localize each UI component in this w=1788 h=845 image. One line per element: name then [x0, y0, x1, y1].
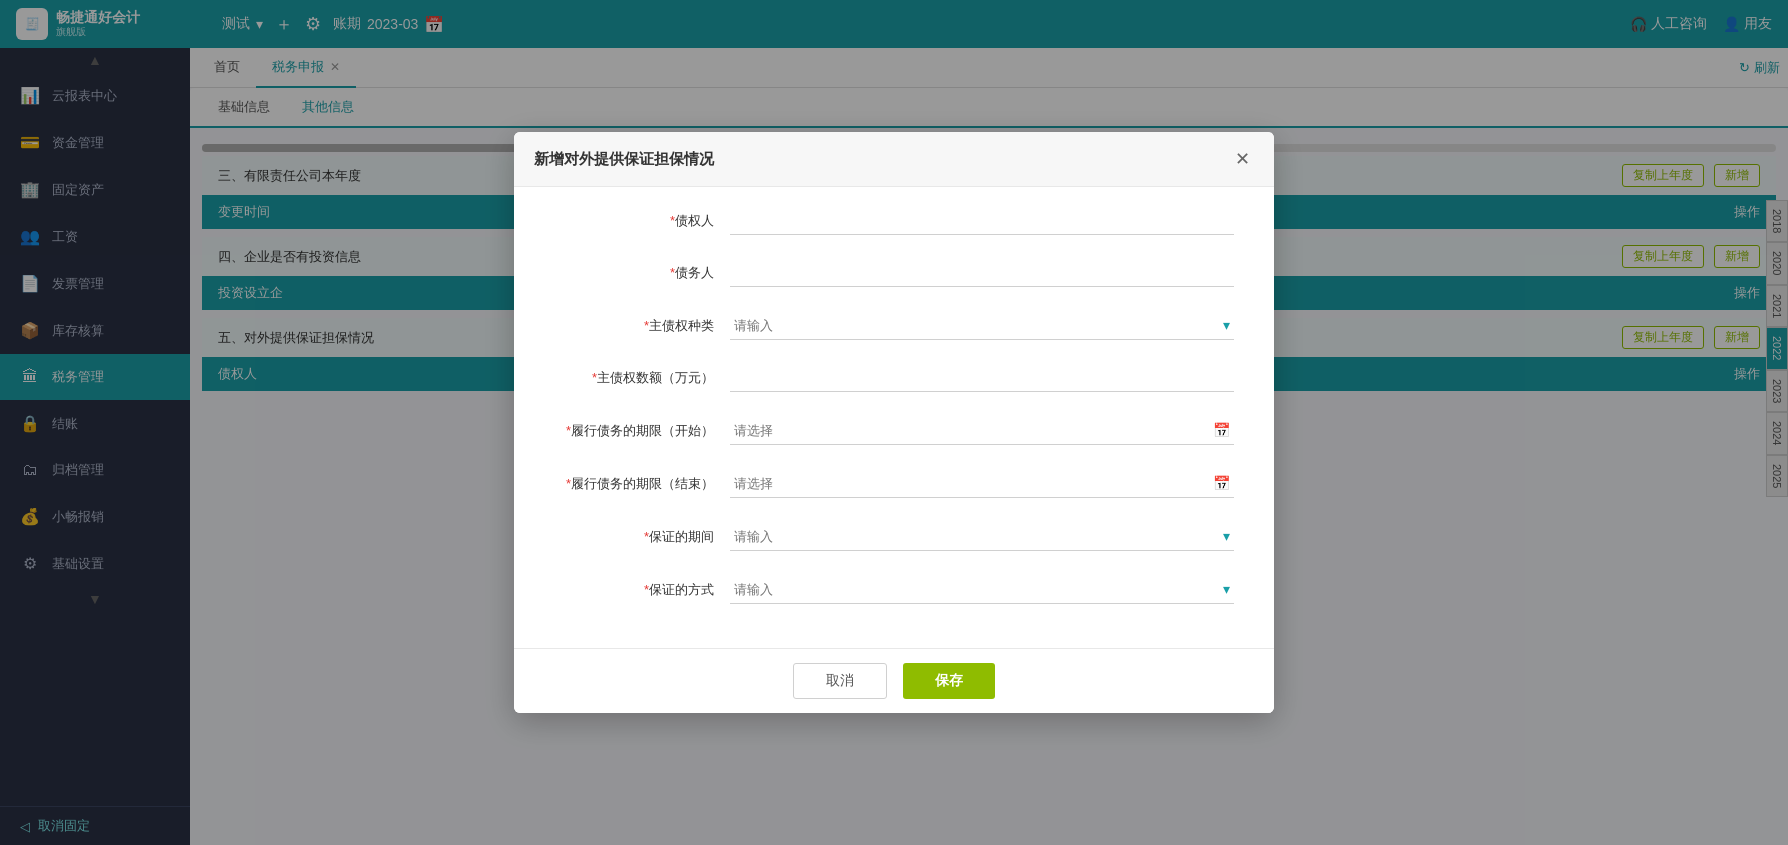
guarantee-period-label: *保证的期间 — [554, 528, 714, 546]
modal-title: 新增对外提供保证担保情况 — [534, 150, 714, 169]
cancel-button[interactable]: 取消 — [793, 663, 887, 699]
guarantee-period-input[interactable] — [734, 529, 1223, 544]
save-button[interactable]: 保存 — [903, 663, 995, 699]
guarantee-period-label-text: 保证的期间 — [649, 529, 714, 544]
form-row-creditor: *债权人 — [554, 207, 1234, 235]
claim-amount-input[interactable] — [730, 364, 1234, 392]
debtor-input[interactable] — [730, 259, 1234, 287]
form-row-claim-type: *主债权种类 ▾ — [554, 311, 1234, 340]
modal-close-button[interactable]: ✕ — [1231, 148, 1254, 170]
modal-footer: 取消 保存 — [514, 648, 1274, 713]
period-start-calendar-icon: 📅 — [1213, 422, 1230, 438]
claim-amount-label: *主债权数额（万元） — [554, 369, 714, 387]
period-start-label: *履行债务的期限（开始） — [554, 422, 714, 440]
guarantee-method-label: *保证的方式 — [554, 581, 714, 599]
claim-type-label-text: 主债权种类 — [649, 318, 714, 333]
guarantee-method-select-row[interactable]: ▾ — [730, 575, 1234, 604]
guarantee-method-label-text: 保证的方式 — [649, 582, 714, 597]
period-start-label-text: 履行债务的期限（开始） — [571, 423, 714, 438]
period-end-calendar-icon: 📅 — [1213, 475, 1230, 491]
debtor-label: *债务人 — [554, 264, 714, 282]
guarantee-method-arrow-icon: ▾ — [1223, 581, 1230, 597]
form-row-period-start: *履行债务的期限（开始） 📅 — [554, 416, 1234, 445]
period-end-label-text: 履行债务的期限（结束） — [571, 476, 714, 491]
guarantee-method-input[interactable] — [734, 582, 1223, 597]
claim-type-select-row[interactable]: ▾ — [730, 311, 1234, 340]
period-start-input[interactable] — [734, 423, 1213, 438]
claim-type-label: *主债权种类 — [554, 317, 714, 335]
period-start-date-row[interactable]: 📅 — [730, 416, 1234, 445]
guarantee-period-arrow-icon: ▾ — [1223, 528, 1230, 544]
form-row-period-end: *履行债务的期限（结束） 📅 — [554, 469, 1234, 498]
modal-overlay: 新增对外提供保证担保情况 ✕ *债权人 *债务人 * — [0, 0, 1788, 845]
period-end-date-row[interactable]: 📅 — [730, 469, 1234, 498]
form-row-guarantee-period: *保证的期间 ▾ — [554, 522, 1234, 551]
creditor-label: *债权人 — [554, 212, 714, 230]
form-row-guarantee-method: *保证的方式 ▾ — [554, 575, 1234, 604]
modal-body: *债权人 *债务人 *主债权种类 ▾ — [514, 187, 1274, 648]
debtor-label-text: 债务人 — [675, 265, 714, 280]
creditor-label-text: 债权人 — [675, 213, 714, 228]
period-end-label: *履行债务的期限（结束） — [554, 475, 714, 493]
claim-type-input[interactable] — [734, 318, 1223, 333]
period-end-input[interactable] — [734, 476, 1213, 491]
guarantee-period-select-row[interactable]: ▾ — [730, 522, 1234, 551]
form-row-claim-amount: *主债权数额（万元） — [554, 364, 1234, 392]
form-row-debtor: *债务人 — [554, 259, 1234, 287]
modal-header: 新增对外提供保证担保情况 ✕ — [514, 132, 1274, 187]
modal-dialog: 新增对外提供保证担保情况 ✕ *债权人 *债务人 * — [514, 132, 1274, 713]
claim-type-arrow-icon: ▾ — [1223, 317, 1230, 333]
claim-amount-label-text: 主债权数额（万元） — [597, 370, 714, 385]
creditor-input[interactable] — [730, 207, 1234, 235]
